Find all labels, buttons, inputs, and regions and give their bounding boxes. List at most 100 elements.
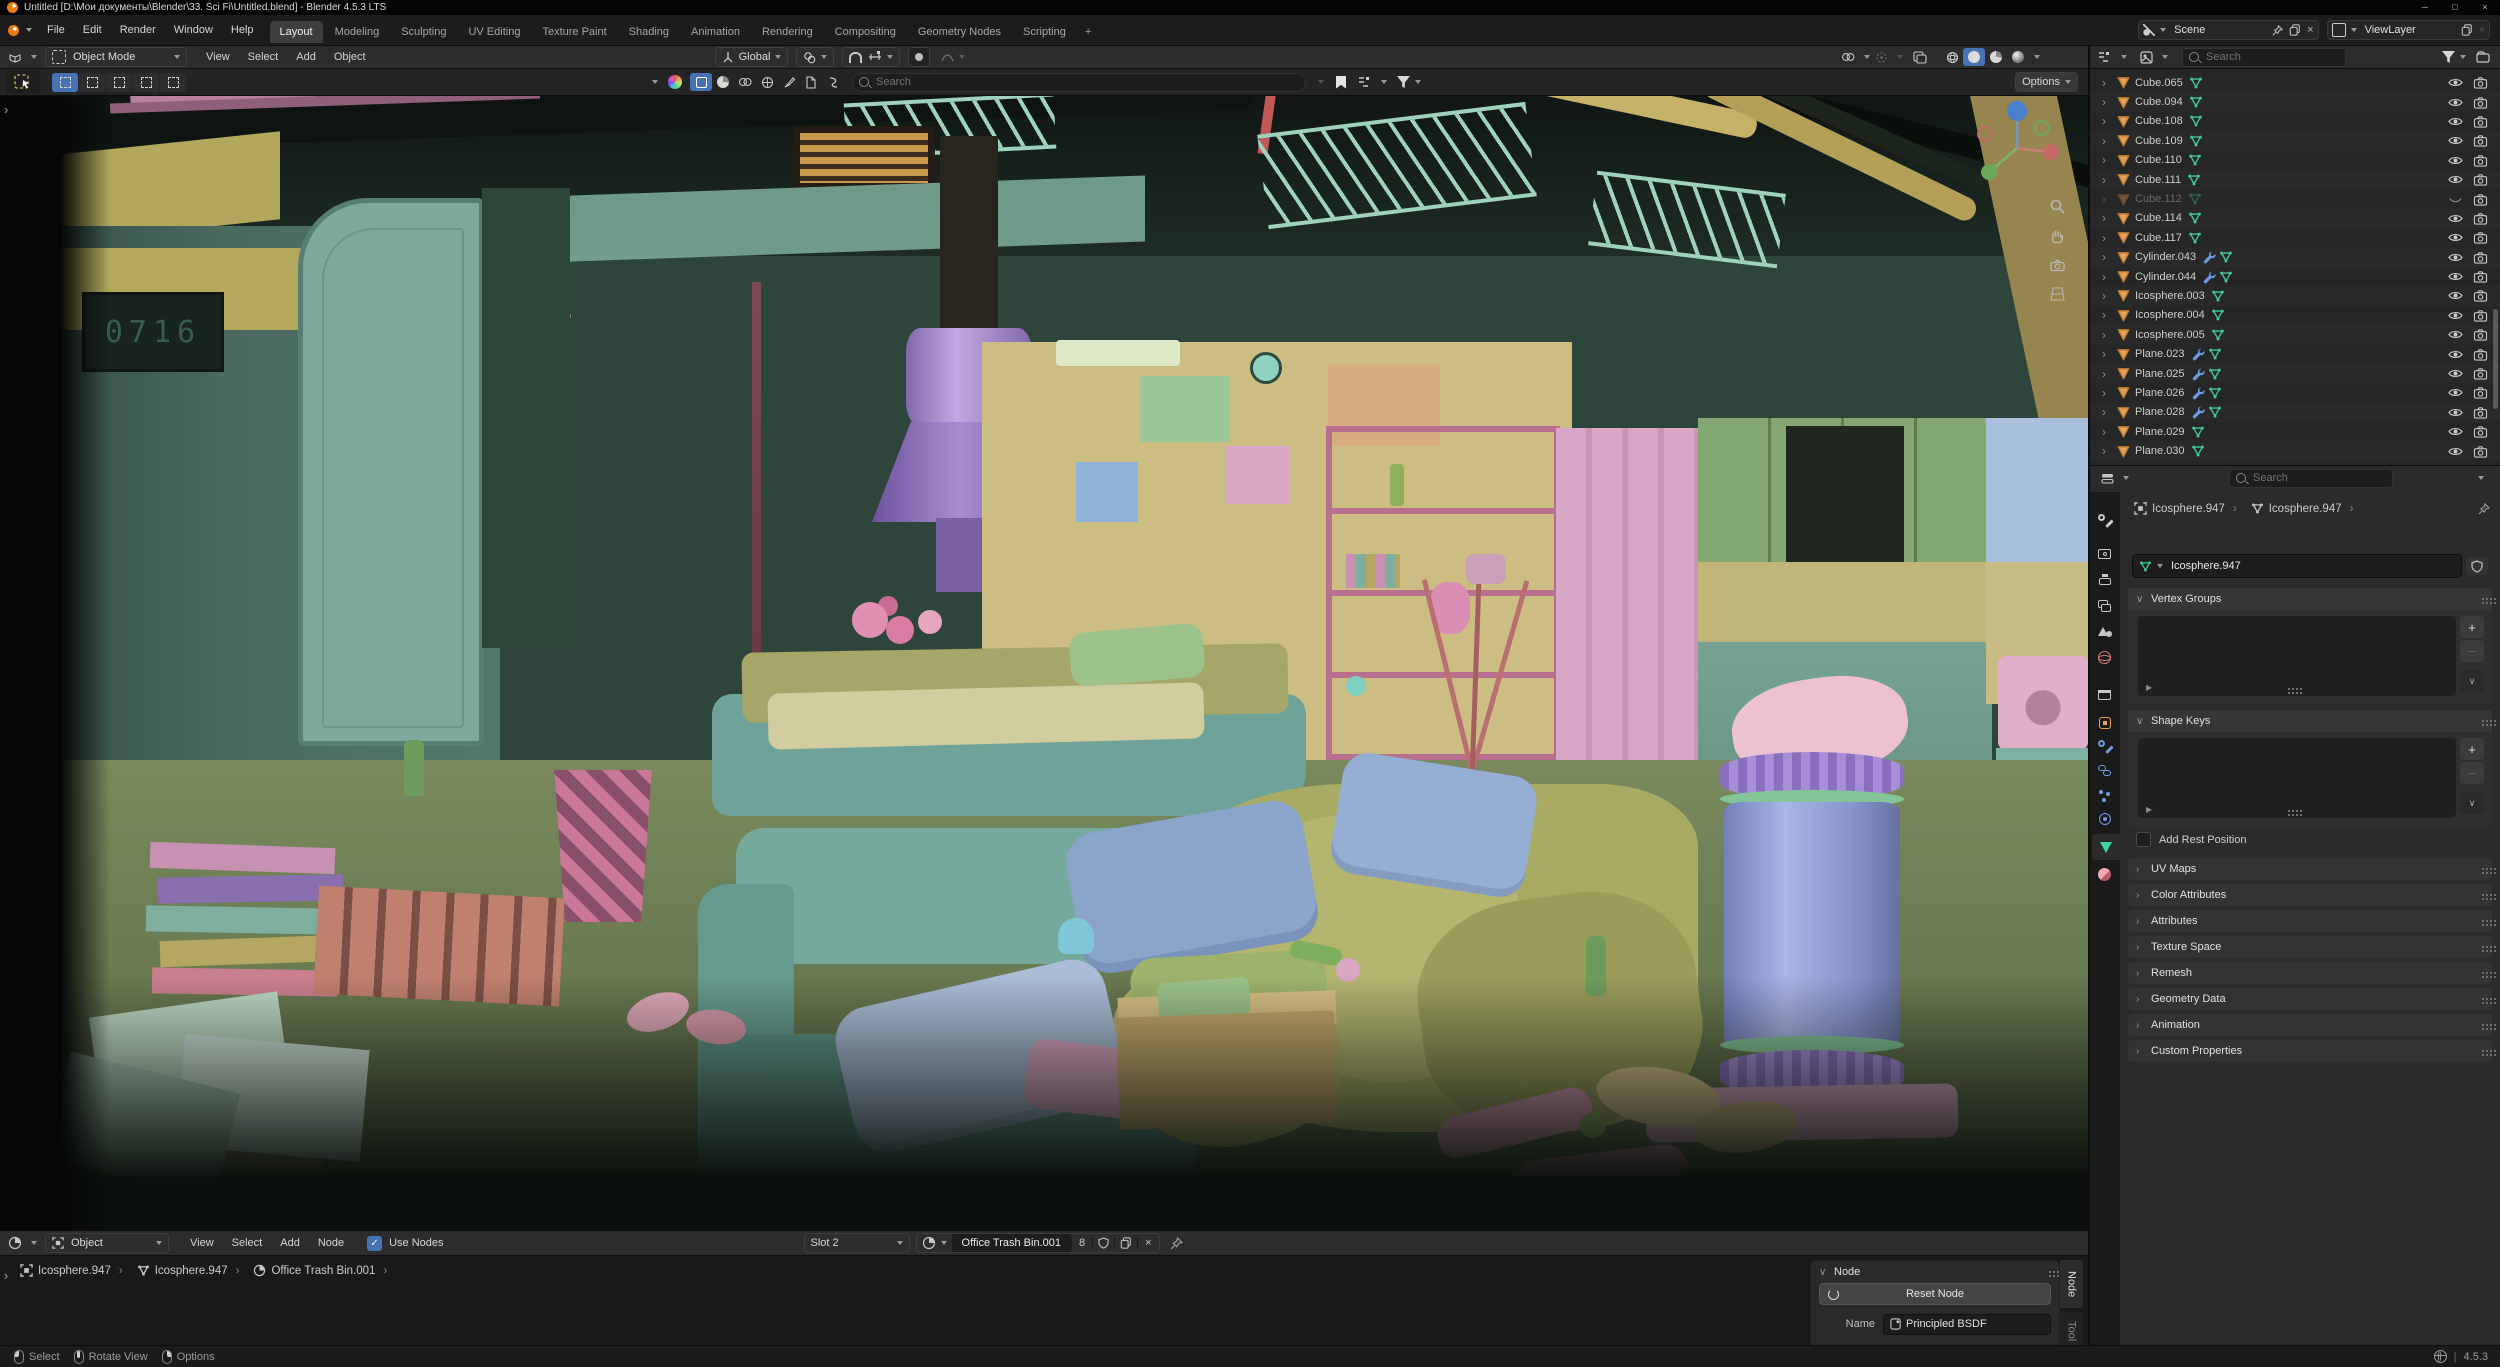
material-slot-dropdown[interactable]: Slot 2 [803, 1233, 910, 1253]
outliner-search[interactable] [2182, 47, 2346, 67]
eye-visible-icon[interactable] [2448, 173, 2463, 186]
resize-grip-icon[interactable] [2288, 810, 2290, 812]
collapsed-panel-header[interactable]: › Attributes [2128, 910, 2492, 932]
select-mode-button[interactable] [52, 72, 78, 92]
expand-chevron-icon[interactable]: › [2102, 173, 2116, 187]
expand-chevron-icon[interactable]: › [2102, 192, 2116, 206]
collapsed-panel-header[interactable]: › Color Attributes [2128, 884, 2492, 906]
expand-chevron-icon[interactable]: › [2102, 328, 2116, 342]
eye-visible-icon[interactable] [2448, 445, 2463, 458]
workspace-tab[interactable]: Modeling [325, 21, 390, 43]
shading-rendered-button[interactable] [2007, 48, 2029, 66]
shape-key-specials-button[interactable]: ∨ [2460, 792, 2484, 814]
expand-chevron-icon[interactable]: › [2102, 308, 2116, 322]
properties-tab-view-layer-icon[interactable] [2092, 594, 2118, 620]
object-name[interactable]: Cylinder.043 [2135, 251, 2196, 263]
annotation-flag-icon[interactable] [1336, 75, 1346, 89]
object-name[interactable]: Cube.108 [2135, 115, 2183, 127]
datablock-name-field[interactable]: Icosphere.947 [2132, 554, 2462, 578]
breadcrumb-item[interactable]: Icosphere.947 › [137, 1264, 248, 1277]
eye-visible-icon[interactable] [2448, 96, 2463, 109]
viewport-menu[interactable]: View [197, 47, 239, 67]
expand-chevron-icon[interactable]: › [2102, 405, 2116, 419]
add-shape-key-button[interactable]: + [2460, 738, 2484, 760]
workspace-tab[interactable]: Rendering [752, 21, 823, 43]
fake-user-shield-button[interactable] [2466, 557, 2488, 575]
options-popover[interactable]: Options [2015, 72, 2078, 92]
copy-icon[interactable] [2289, 24, 2301, 36]
remove-shape-key-button[interactable]: − [2460, 762, 2484, 784]
properties-tab-world-icon[interactable] [2092, 645, 2118, 671]
drag-grip-icon[interactable] [2482, 998, 2484, 1000]
unlink-icon[interactable]: × [2307, 24, 2313, 36]
outliner-scrollbar[interactable] [2493, 309, 2498, 409]
viewport-3d[interactable]: 0716 › [0, 96, 2088, 1230]
drag-grip-icon[interactable] [2482, 598, 2484, 600]
editor-type-properties[interactable] [2096, 469, 2118, 487]
drag-grip-icon[interactable] [2482, 720, 2484, 722]
add-rest-position-checkbox[interactable] [2136, 832, 2151, 847]
shape-keys-list[interactable]: ▶ [2138, 738, 2456, 818]
eye-visible-icon[interactable] [2448, 425, 2463, 438]
workspace-tab[interactable]: Animation [681, 21, 750, 43]
camera-render-icon[interactable] [2473, 406, 2488, 419]
expand-chevron-icon[interactable]: › [2102, 211, 2116, 225]
camera-render-icon[interactable] [2473, 76, 2488, 89]
node-name-field[interactable]: Principled BSDF [1883, 1313, 2051, 1335]
drag-grip-icon[interactable] [2482, 946, 2484, 948]
filter-expand-icon[interactable]: ▶ [2146, 805, 2152, 814]
topbar-menu[interactable]: Render [111, 20, 165, 40]
drag-grip-icon[interactable] [2482, 972, 2484, 974]
camera-render-icon[interactable] [2473, 328, 2488, 341]
camera-render-icon[interactable] [2473, 289, 2488, 303]
workspace-tab[interactable]: Texture Paint [532, 21, 616, 43]
drag-grip-icon[interactable] [2049, 1271, 2051, 1273]
camera-render-icon[interactable] [2473, 445, 2488, 458]
breadcrumb-item[interactable]: Icosphere.947 › [20, 1264, 131, 1277]
expand-chevron-icon[interactable]: › [2102, 76, 2116, 90]
remove-view-layer-icon[interactable]: × [2479, 24, 2485, 36]
transform-orientation-dropdown[interactable]: Global [714, 47, 789, 67]
eye-visible-icon[interactable] [2448, 270, 2463, 283]
mode-dropdown[interactable]: Object Mode [45, 47, 187, 67]
scene-selector[interactable]: Scene × [2138, 20, 2319, 40]
eye-visible-icon[interactable] [2448, 386, 2463, 399]
object-name[interactable]: Cube.109 [2135, 135, 2183, 147]
camera-render-icon[interactable] [2473, 425, 2488, 438]
funnel-filter-icon[interactable] [1397, 76, 1410, 88]
toolbar-expand-chevron[interactable]: › [4, 102, 8, 117]
breadcrumb-item[interactable]: Icosphere.947 › [2134, 502, 2245, 515]
camera-render-icon[interactable] [2473, 348, 2488, 361]
outliner-row[interactable]: › Cube.112 [2090, 189, 2500, 208]
outliner-row[interactable]: › Plane.029 [2090, 422, 2500, 441]
outliner-row[interactable]: › Cube.109 [2090, 131, 2500, 151]
new-collection-button[interactable] [2472, 48, 2494, 66]
shading-wireframe-button[interactable] [1941, 48, 1963, 66]
select-mode-button[interactable] [160, 72, 186, 92]
expand-chevron-icon[interactable]: › [2102, 231, 2116, 245]
object-visibility-dropdown[interactable] [1837, 48, 1859, 66]
eye-visible-icon[interactable] [2448, 115, 2463, 128]
eye-visible-icon[interactable] [2448, 328, 2463, 341]
expand-chevron-icon[interactable]: › [2102, 270, 2116, 284]
object-name[interactable]: Cube.065 [2135, 77, 2183, 89]
active-tool-select-box[interactable] [6, 71, 40, 93]
filter-globe-button[interactable] [756, 73, 778, 91]
drag-grip-icon[interactable] [2482, 1024, 2484, 1026]
expand-chevron-icon[interactable]: › [2102, 114, 2116, 128]
properties-tab-constraints-icon[interactable] [2092, 758, 2118, 784]
object-name[interactable]: Icosphere.003 [2135, 290, 2205, 302]
navigation-gizmo[interactable] [1972, 98, 2062, 188]
add-workspace-button[interactable]: + [1078, 21, 1098, 43]
editor-type-3d-viewport[interactable] [4, 48, 26, 66]
chevron-down-icon[interactable] [2478, 476, 2484, 483]
maximize-button[interactable]: □ [2440, 0, 2470, 15]
filter-page-button[interactable] [800, 73, 822, 91]
eye-visible-icon[interactable] [2448, 367, 2463, 380]
object-name[interactable]: Cylinder.044 [2135, 271, 2196, 283]
object-name[interactable]: Plane.023 [2135, 348, 2185, 360]
properties-tab-object-data-icon[interactable] [2092, 834, 2120, 860]
breadcrumb-item[interactable]: Office Trash Bin.001 › [253, 1264, 395, 1277]
sidebar-tab[interactable]: Node [2060, 1260, 2083, 1308]
drag-grip-icon[interactable] [2482, 1050, 2484, 1052]
